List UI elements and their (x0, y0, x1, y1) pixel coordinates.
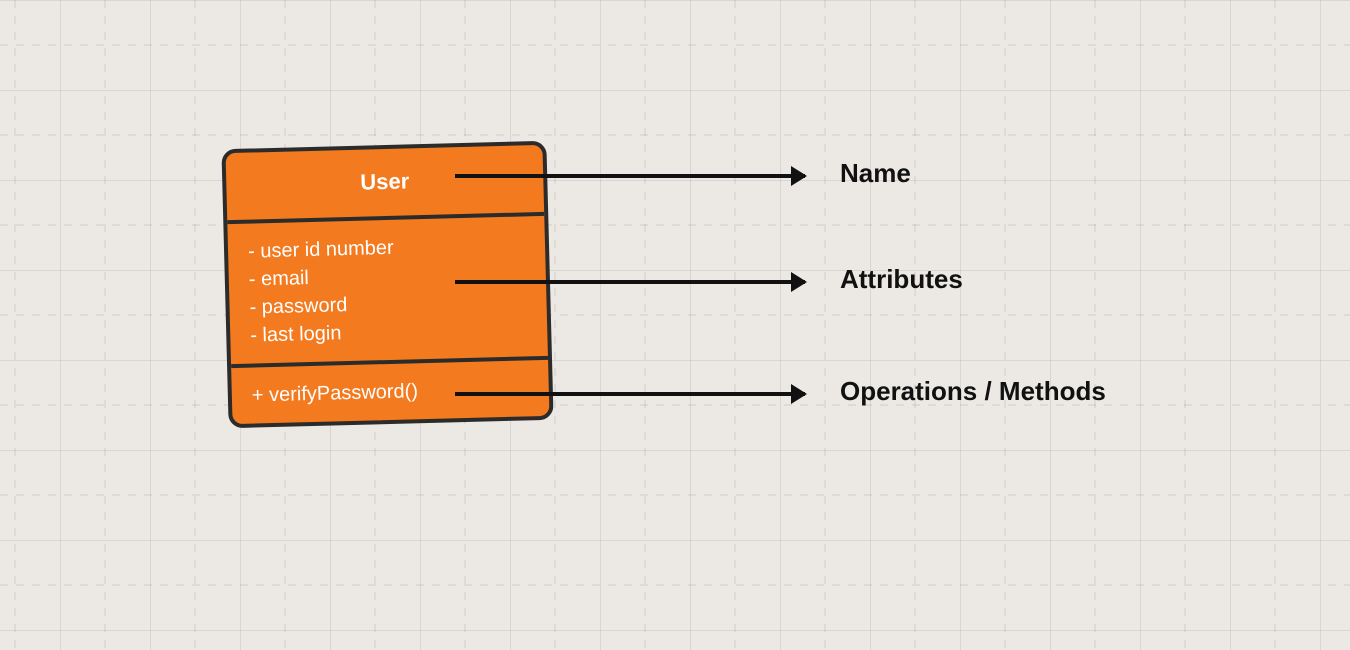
arrow-attributes (455, 280, 805, 284)
uml-class-methods-section: + verifyPassword() (231, 356, 549, 424)
label-attributes: Attributes (840, 264, 963, 295)
arrow-methods (455, 392, 805, 396)
uml-class-name-section: User (226, 145, 545, 220)
uml-class-name: User (360, 168, 410, 194)
grid-background (0, 0, 1350, 650)
arrow-name (455, 174, 805, 178)
uml-class-attributes-section: - user id number - email - password - la… (227, 212, 548, 364)
label-name: Name (840, 158, 911, 189)
uml-class-box: User - user id number - email - password… (221, 141, 553, 428)
label-methods: Operations / Methods (840, 376, 1106, 407)
